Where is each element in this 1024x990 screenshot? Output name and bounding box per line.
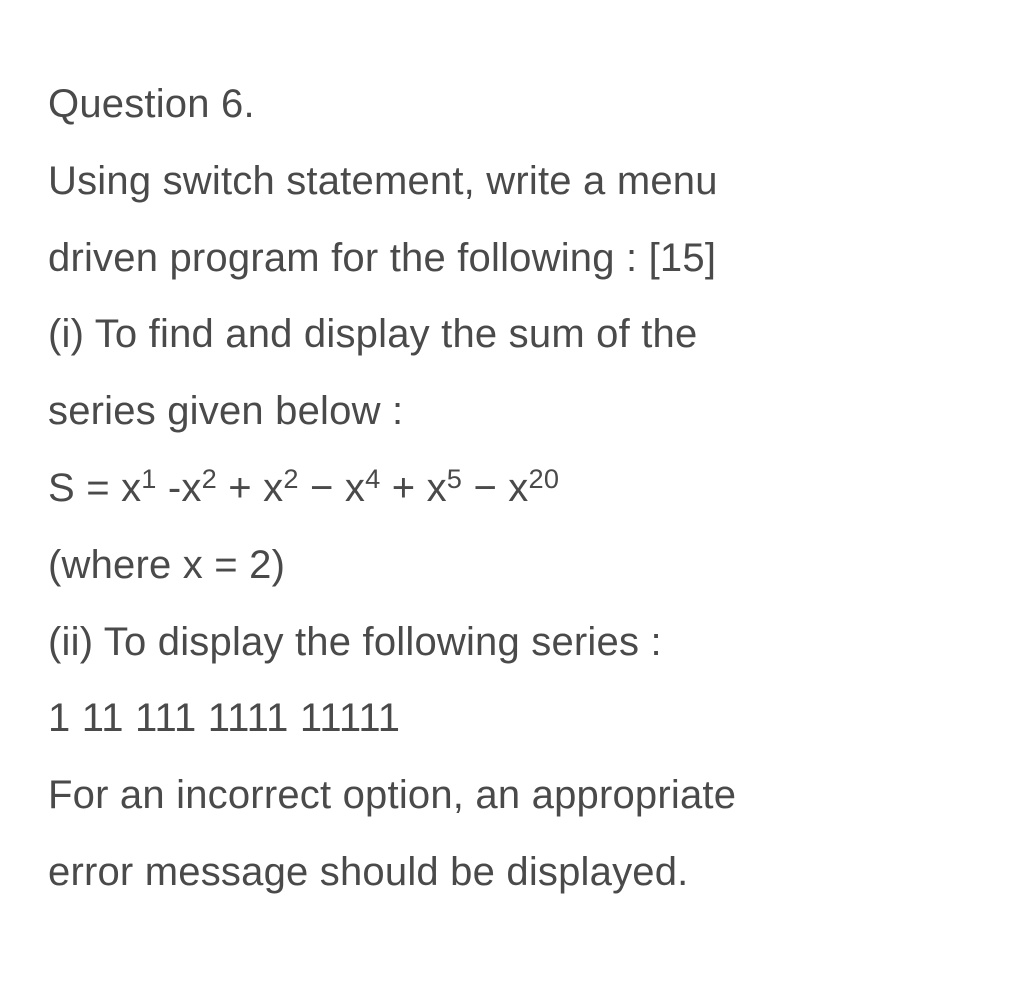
where-clause: (where x = 2) [48, 527, 976, 604]
question-body: Question 6. Using switch statement, writ… [48, 66, 976, 911]
part-i-line-1: (i) To find and display the sum of the [48, 296, 976, 373]
term-2: -x [157, 466, 202, 510]
exponent-1: 1 [141, 463, 156, 494]
term-4: − x [299, 466, 365, 510]
intro-line-1: Using switch statement, write a menu [48, 143, 976, 220]
term-3: + x [217, 466, 283, 510]
intro-line-2: driven program for the following : [15] [48, 220, 976, 297]
outro-line-1: For an incorrect option, an appropriate [48, 757, 976, 834]
question-heading: Question 6. [48, 66, 976, 143]
term-6: − x [462, 466, 528, 510]
exponent-5: 5 [447, 463, 462, 494]
outro-line-2: error message should be displayed. [48, 834, 976, 911]
exponent-4: 4 [365, 463, 380, 494]
exponent-2: 2 [202, 463, 217, 494]
exponent-3: 2 [283, 463, 298, 494]
exponent-6: 20 [529, 463, 560, 494]
series-formula: S = x1 -x2 + x2 − x4 + x5 − x20 [48, 450, 976, 527]
series-values: 1 11 111 1111 11111 [48, 680, 976, 757]
term-5: + x [380, 466, 446, 510]
part-i-line-2: series given below : [48, 373, 976, 450]
part-ii-line: (ii) To display the following series : [48, 604, 976, 681]
formula-prefix: S = x [48, 466, 141, 510]
